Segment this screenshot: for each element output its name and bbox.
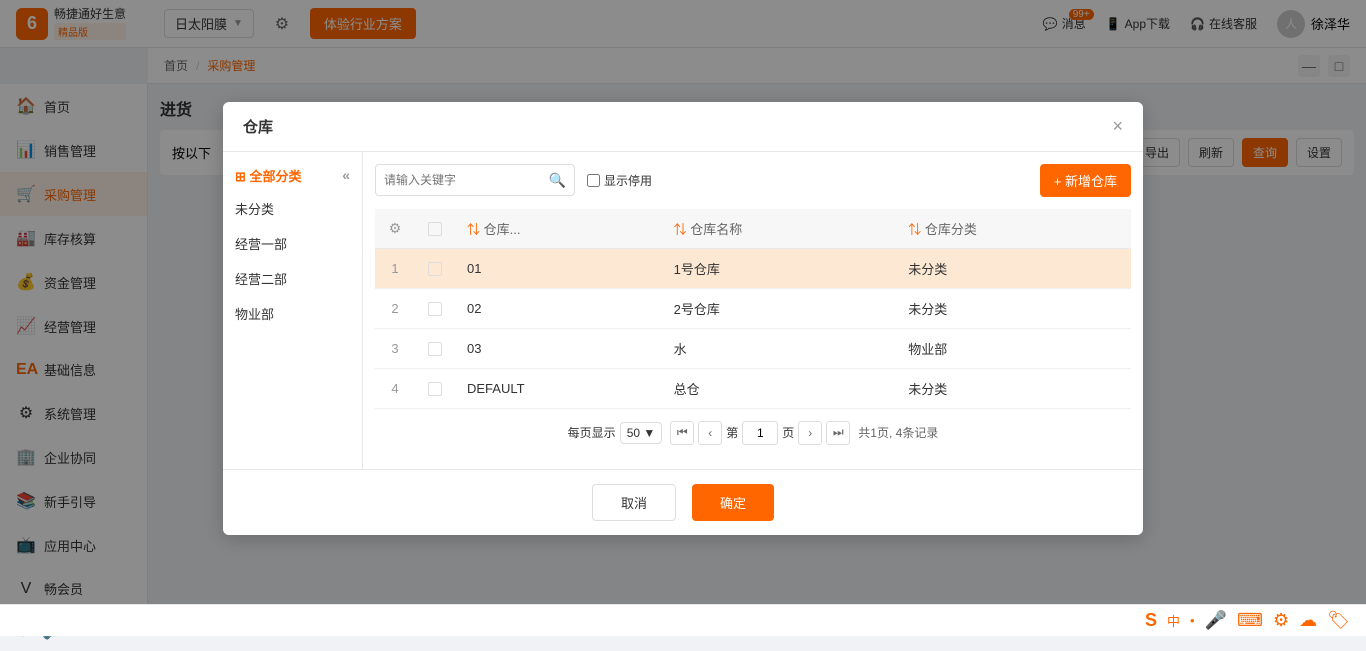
bottom-dot-icon: •	[1190, 613, 1195, 628]
page-size-select: 每页显示 50 ▼	[568, 422, 663, 444]
th-category: ⇅ 仓库分类	[896, 209, 1131, 249]
category-grid-icon: ⊞	[235, 169, 250, 184]
row-index: 2	[375, 288, 415, 328]
category-sidebar: ⊞ 全部分类 « 未分类 经营一部 经营二部 物业部	[223, 152, 363, 469]
row-index: 1	[375, 248, 415, 288]
row-checkbox-cell	[415, 248, 455, 288]
confirm-button[interactable]: 确定	[692, 484, 774, 521]
cat-item-ops1[interactable]: 经营一部	[223, 226, 362, 261]
modal-title: 仓库	[243, 116, 273, 137]
row-checkbox-cell	[415, 368, 455, 408]
search-icon[interactable]: 🔍	[549, 172, 566, 189]
th-name: ⇅ 仓库名称	[662, 209, 897, 249]
row-checkbox-cell	[415, 328, 455, 368]
row-index: 4	[375, 368, 415, 408]
table-row[interactable]: 2 02 2号仓库 未分类	[375, 288, 1131, 328]
row-category: 未分类	[896, 248, 1131, 288]
pagination: 每页显示 50 ▼ ⏮ ‹ 第 页 › ⏭ 共1页, 4条记录	[375, 409, 1131, 457]
page-number-input[interactable]	[742, 421, 778, 445]
row-checkbox[interactable]	[428, 342, 442, 356]
first-page-button[interactable]: ⏮	[670, 421, 694, 445]
row-code: 03	[455, 328, 662, 368]
category-collapse-icon[interactable]: «	[342, 167, 350, 183]
page-label: 第	[726, 424, 738, 441]
sort-icon-cat: ⇅	[908, 222, 925, 237]
bottom-bar: S 中 • 🎤 ⌨ ⚙ ☁ 🏷	[0, 604, 1366, 636]
row-code: 02	[455, 288, 662, 328]
last-page-button[interactable]: ⏭	[826, 421, 850, 445]
bottom-cloud-icon[interactable]: ☁	[1299, 610, 1317, 631]
next-page-button[interactable]: ›	[798, 421, 822, 445]
row-index: 3	[375, 328, 415, 368]
sort-icon-code: ⇅	[467, 222, 484, 237]
prev-page-button[interactable]: ‹	[698, 421, 722, 445]
table-row[interactable]: 1 01 1号仓库 未分类	[375, 248, 1131, 288]
bottom-mic-icon[interactable]: 🎤	[1205, 610, 1227, 631]
header-checkbox[interactable]	[428, 222, 442, 236]
total-info: 共1页, 4条记录	[858, 424, 938, 441]
th-code: ⇅ 仓库...	[455, 209, 662, 249]
row-checkbox[interactable]	[428, 262, 442, 276]
modal-backdrop: 仓库 × ⊞ 全部分类 « 未分类 经营一部 经营二部 物业部	[0, 0, 1366, 636]
warehouse-table: ⚙ ⇅ 仓库... ⇅ 仓库名称 ⇅	[375, 209, 1131, 409]
category-header[interactable]: ⊞ 全部分类 «	[223, 160, 362, 191]
warehouse-modal: 仓库 × ⊞ 全部分类 « 未分类 经营一部 经营二部 物业部	[223, 102, 1143, 535]
row-category: 物业部	[896, 328, 1131, 368]
row-name: 总仓	[662, 368, 897, 408]
modal-header: 仓库 ×	[223, 102, 1143, 152]
row-name: 2号仓库	[662, 288, 897, 328]
bottom-keyboard-icon[interactable]: ⌨	[1237, 610, 1263, 631]
table-row[interactable]: 4 DEFAULT 总仓 未分类	[375, 368, 1131, 408]
show-disabled-container: 显示停用	[587, 172, 652, 189]
page-size-box[interactable]: 50 ▼	[620, 422, 663, 444]
bottom-tag-icon[interactable]: 🏷	[1327, 610, 1350, 631]
row-category: 未分类	[896, 368, 1131, 408]
page-unit: 页	[782, 424, 794, 441]
modal-footer: 取消 确定	[223, 469, 1143, 535]
bottom-settings-icon[interactable]: ⚙	[1273, 610, 1289, 631]
per-page-value: 50	[627, 426, 640, 440]
table-header-row: ⚙ ⇅ 仓库... ⇅ 仓库名称 ⇅	[375, 209, 1131, 249]
add-warehouse-button[interactable]: + 新增仓库	[1040, 164, 1131, 197]
row-checkbox[interactable]	[428, 302, 442, 316]
cat-item-unclassified[interactable]: 未分类	[223, 191, 362, 226]
modal-close-button[interactable]: ×	[1112, 117, 1123, 135]
modal-table-area: 🔍 显示停用 + 新增仓库 ⚙ ⇅	[363, 152, 1143, 469]
cat-item-property[interactable]: 物业部	[223, 296, 362, 331]
page-nav: ⏮ ‹ 第 页 › ⏭	[670, 421, 850, 445]
show-disabled-label: 显示停用	[604, 172, 652, 189]
show-disabled-checkbox[interactable]	[587, 174, 600, 187]
row-name: 水	[662, 328, 897, 368]
search-input[interactable]	[384, 173, 549, 187]
th-checkbox	[415, 209, 455, 249]
row-category: 未分类	[896, 288, 1131, 328]
bottom-zh-icon: 中	[1167, 611, 1180, 630]
cancel-button[interactable]: 取消	[592, 484, 676, 521]
cat-item-ops2[interactable]: 经营二部	[223, 261, 362, 296]
row-code: 01	[455, 248, 662, 288]
row-code: DEFAULT	[455, 368, 662, 408]
row-checkbox[interactable]	[428, 382, 442, 396]
table-settings-icon[interactable]: ⚙	[389, 220, 402, 236]
row-checkbox-cell	[415, 288, 455, 328]
bottom-s-icon: S	[1145, 610, 1157, 631]
search-box: 🔍	[375, 164, 575, 196]
category-header-label: 全部分类	[250, 169, 302, 184]
th-settings: ⚙	[375, 209, 415, 249]
modal-body: ⊞ 全部分类 « 未分类 经营一部 经营二部 物业部 🔍	[223, 152, 1143, 469]
modal-toolbar: 🔍 显示停用 + 新增仓库	[375, 164, 1131, 197]
row-name: 1号仓库	[662, 248, 897, 288]
sort-icon-name: ⇅	[674, 222, 691, 237]
table-row[interactable]: 3 03 水 物业部	[375, 328, 1131, 368]
table-body: 1 01 1号仓库 未分类 2 02 2号仓库 未分类 3 03 水 物业部 4…	[375, 248, 1131, 408]
per-page-label: 每页显示	[568, 424, 616, 441]
